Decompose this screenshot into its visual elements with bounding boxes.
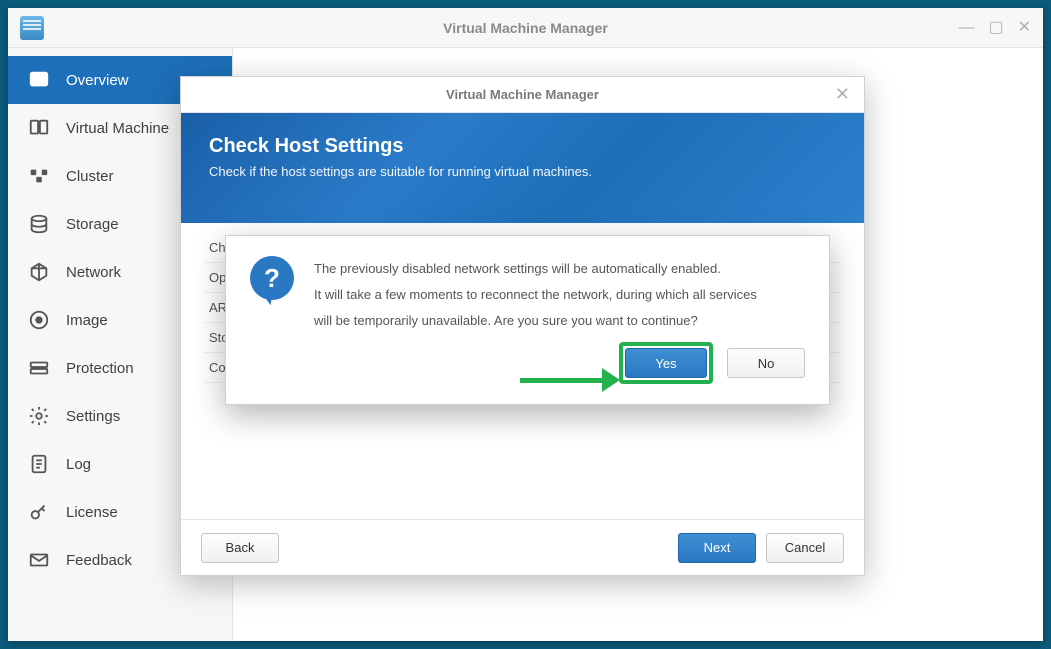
confirm-line: It will take a few moments to reconnect …	[314, 282, 757, 308]
window-title: Virtual Machine Manager	[8, 20, 1043, 36]
wizard-subheading: Check if the host settings are suitable …	[209, 164, 836, 179]
back-button[interactable]: Back	[201, 533, 279, 563]
sidebar-item-label: Protection	[66, 360, 134, 377]
storage-icon	[28, 213, 50, 235]
confirm-line: will be temporarily unavailable. Are you…	[314, 308, 757, 334]
sidebar-item-label: License	[66, 504, 118, 521]
confirm-line: The previously disabled network settings…	[314, 256, 757, 282]
wizard-banner: Check Host Settings Check if the host se…	[181, 113, 864, 223]
wizard-footer: Back Next Cancel	[181, 519, 864, 575]
protection-icon	[28, 357, 50, 379]
wizard-header: Virtual Machine Manager ✕	[181, 77, 864, 113]
sidebar-item-label: Settings	[66, 408, 120, 425]
sidebar-item-label: Feedback	[66, 552, 132, 569]
log-icon	[28, 453, 50, 475]
titlebar: Virtual Machine Manager — ▢ ✕	[8, 8, 1043, 48]
sidebar-item-label: Storage	[66, 216, 119, 233]
question-icon: ?	[250, 256, 294, 300]
cluster-icon	[28, 165, 50, 187]
annotation-arrow	[520, 370, 620, 390]
vm-icon	[28, 117, 50, 139]
sidebar-item-label: Log	[66, 456, 91, 473]
wizard-title: Virtual Machine Manager	[446, 87, 599, 102]
sidebar-item-label: Network	[66, 264, 121, 281]
overview-icon	[28, 69, 50, 91]
sidebar-item-label: Overview	[66, 72, 129, 89]
sidebar-item-label: Virtual Machine	[66, 120, 169, 137]
envelope-icon	[28, 549, 50, 571]
next-button[interactable]: Next	[678, 533, 756, 563]
gear-icon	[28, 405, 50, 427]
image-icon	[28, 309, 50, 331]
network-icon	[28, 261, 50, 283]
yes-button[interactable]: Yes	[625, 348, 707, 378]
wizard-close-icon[interactable]: ✕	[835, 84, 850, 105]
key-icon	[28, 501, 50, 523]
yes-highlight: Yes	[619, 342, 713, 384]
sidebar-item-label: Cluster	[66, 168, 114, 185]
confirm-message: The previously disabled network settings…	[314, 256, 757, 342]
no-button[interactable]: No	[727, 348, 805, 378]
wizard-heading: Check Host Settings	[209, 135, 836, 158]
cancel-button[interactable]: Cancel	[766, 533, 844, 563]
sidebar-item-label: Image	[66, 312, 108, 329]
